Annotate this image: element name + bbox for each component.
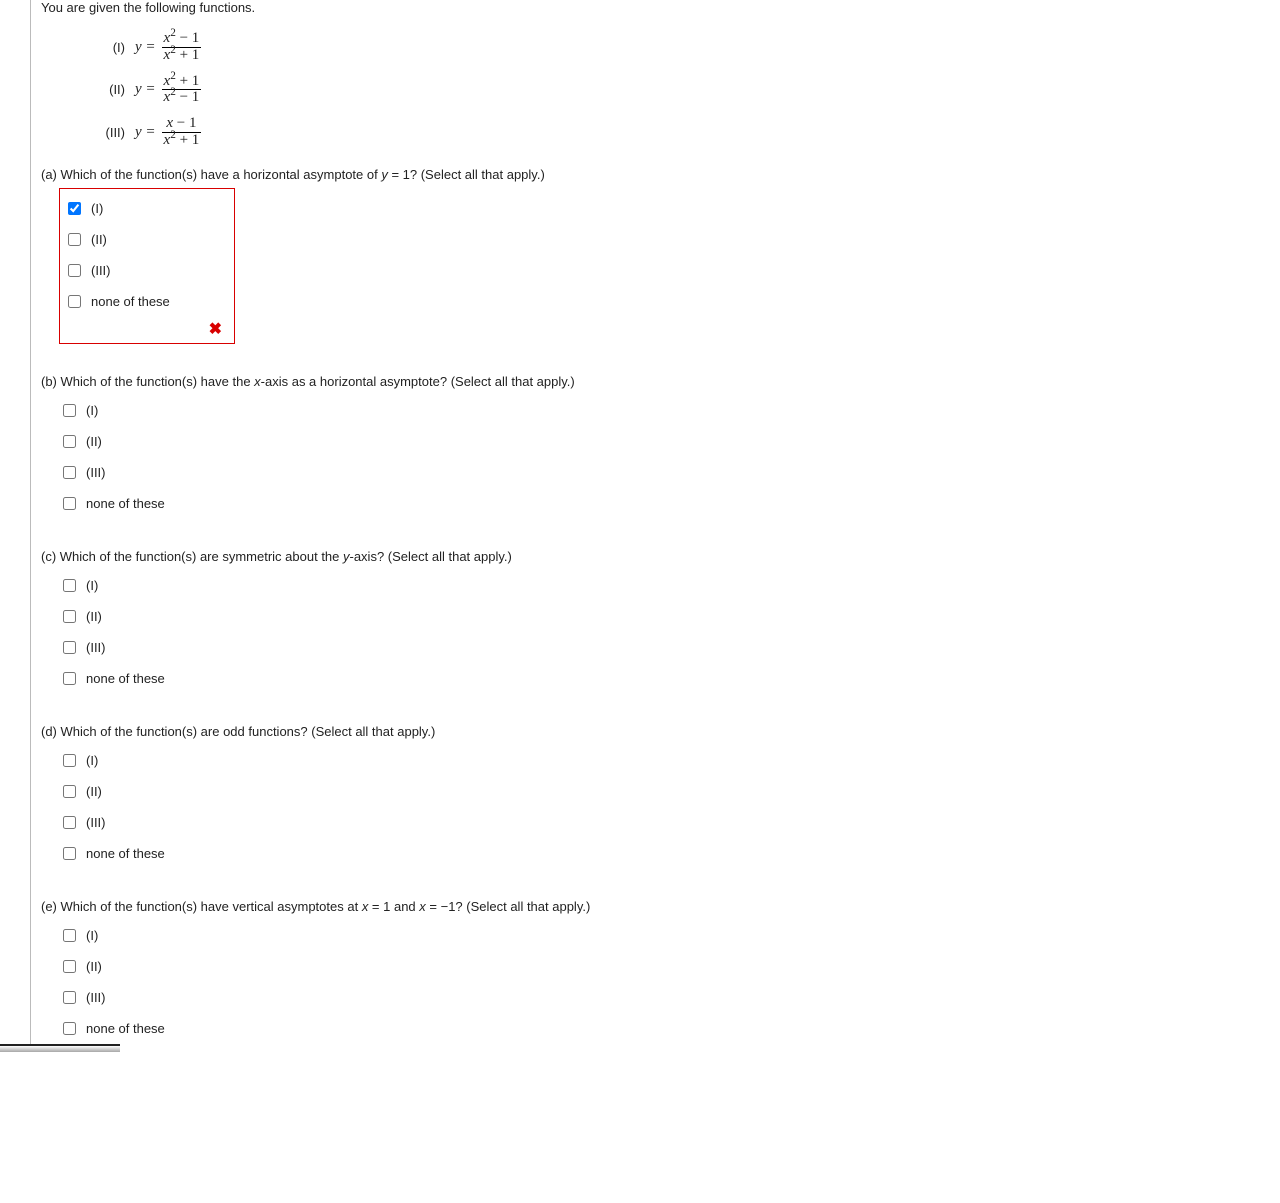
option-label: none of these [86,1021,165,1036]
function-definitions: (I) y = x2 − 1 x2 + 1 (II) y = x2 + 1 x2… [81,31,1221,149]
option-d-2[interactable]: (II) [59,776,1221,807]
option-e-2[interactable]: (II) [59,951,1221,982]
option-label: (III) [86,465,106,480]
option-c-4[interactable]: none of these [59,663,1221,694]
checkbox-b-2[interactable] [63,435,76,448]
checkbox-b-4[interactable] [63,497,76,510]
option-label: (II) [86,609,102,624]
option-b-3[interactable]: (III) [59,457,1221,488]
checkbox-e-3[interactable] [63,991,76,1004]
option-e-3[interactable]: (III) [59,982,1221,1013]
option-a-3[interactable]: (III) [64,255,226,286]
option-label: none of these [91,294,170,309]
option-b-2[interactable]: (II) [59,426,1221,457]
checkbox-c-3[interactable] [63,641,76,654]
question-b: (b) Which of the function(s) have the x-… [41,374,1221,519]
checkbox-a-2[interactable] [68,233,81,246]
question-a-prompt: (a) Which of the function(s) have a hori… [41,167,1221,182]
checkbox-b-3[interactable] [63,466,76,479]
checkbox-c-1[interactable] [63,579,76,592]
function-label: (II) [81,82,125,97]
option-label: (III) [86,640,106,655]
question-d: (d) Which of the function(s) are odd fun… [41,724,1221,869]
option-label: (II) [86,434,102,449]
option-label: none of these [86,671,165,686]
question-c-prompt: (c) Which of the function(s) are symmetr… [41,549,1221,564]
checkbox-a-1[interactable] [68,202,81,215]
question-c: (c) Which of the function(s) are symmetr… [41,549,1221,694]
option-label: (I) [86,578,98,593]
checkbox-c-4[interactable] [63,672,76,685]
intro-text: You are given the following functions. [41,0,1221,21]
option-a-4[interactable]: none of these [64,286,226,317]
y-equals: y = [135,81,156,98]
function-label: (I) [81,40,125,55]
option-c-2[interactable]: (II) [59,601,1221,632]
option-label: (I) [86,403,98,418]
question-b-options: (I) (II) (III) none of these [59,395,1221,519]
option-label: (I) [91,201,103,216]
question-page: You are given the following functions. (… [30,0,1221,1044]
option-label: (II) [91,232,107,247]
option-label: none of these [86,846,165,861]
option-c-3[interactable]: (III) [59,632,1221,663]
option-d-4[interactable]: none of these [59,838,1221,869]
y-equals: y = [135,39,156,56]
question-a-options: (I) (II) (III) none of these ✖ [59,188,235,344]
function-row-2: (II) y = x2 + 1 x2 − 1 [81,74,1221,107]
function-row-3: (III) y = x − 1 x2 + 1 [81,116,1221,149]
checkbox-a-3[interactable] [68,264,81,277]
question-c-options: (I) (II) (III) none of these [59,570,1221,694]
checkbox-d-2[interactable] [63,785,76,798]
option-e-1[interactable]: (I) [59,920,1221,951]
option-b-1[interactable]: (I) [59,395,1221,426]
checkbox-d-4[interactable] [63,847,76,860]
option-label: (III) [86,990,106,1005]
checkbox-c-2[interactable] [63,610,76,623]
question-d-options: (I) (II) (III) none of these [59,745,1221,869]
wrong-icon: ✖ [64,317,226,343]
option-label: (I) [86,928,98,943]
question-e-prompt: (e) Which of the function(s) have vertic… [41,899,1221,914]
function-label: (III) [81,125,125,140]
checkbox-e-4[interactable] [63,1022,76,1035]
checkbox-d-3[interactable] [63,816,76,829]
y-equals: y = [135,124,156,141]
option-a-2[interactable]: (II) [64,224,226,255]
fraction-1: x2 − 1 x2 + 1 [162,31,202,64]
option-label: (II) [86,784,102,799]
option-a-1[interactable]: (I) [64,193,226,224]
option-label: (I) [86,753,98,768]
question-e-options: (I) (II) (III) none of these [59,920,1221,1044]
question-e: (e) Which of the function(s) have vertic… [41,899,1221,1044]
option-c-1[interactable]: (I) [59,570,1221,601]
question-b-prompt: (b) Which of the function(s) have the x-… [41,374,1221,389]
checkbox-d-1[interactable] [63,754,76,767]
question-a: (a) Which of the function(s) have a hori… [41,167,1221,344]
fraction-2: x2 + 1 x2 − 1 [162,74,202,107]
checkbox-e-1[interactable] [63,929,76,942]
checkbox-b-1[interactable] [63,404,76,417]
checkbox-a-4[interactable] [68,295,81,308]
option-label: (II) [86,959,102,974]
checkbox-e-2[interactable] [63,960,76,973]
option-d-1[interactable]: (I) [59,745,1221,776]
option-d-3[interactable]: (III) [59,807,1221,838]
function-row-1: (I) y = x2 − 1 x2 + 1 [81,31,1221,64]
option-e-4[interactable]: none of these [59,1013,1221,1044]
page-bottom-edge [0,1044,120,1052]
option-label: none of these [86,496,165,511]
option-label: (III) [86,815,106,830]
question-d-prompt: (d) Which of the function(s) are odd fun… [41,724,1221,739]
fraction-3: x − 1 x2 + 1 [162,116,202,149]
option-b-4[interactable]: none of these [59,488,1221,519]
option-label: (III) [91,263,111,278]
